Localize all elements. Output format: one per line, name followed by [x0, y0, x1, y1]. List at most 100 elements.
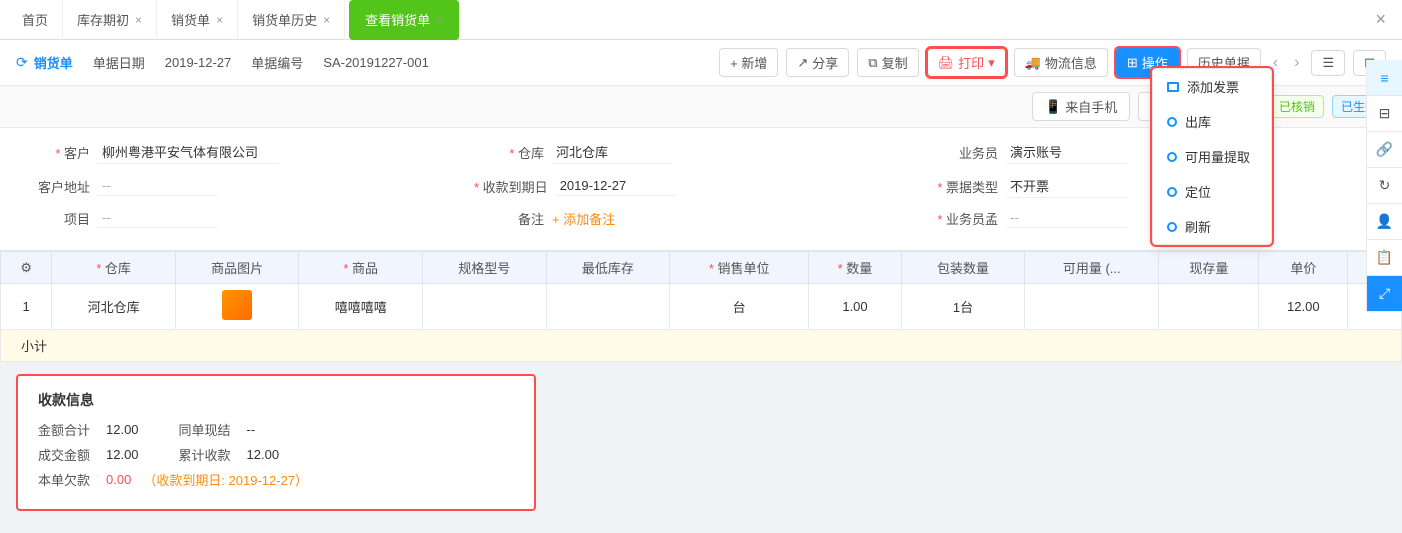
payment-total-value: 12.00	[106, 422, 139, 437]
phone-icon: 📱	[1045, 99, 1061, 115]
col-qty: 数量	[809, 252, 902, 284]
tab-sales-history-label: 销货单历史	[252, 10, 317, 29]
print-button[interactable]: 🖨 打印 ▾	[927, 48, 1006, 77]
right-btn-user[interactable]: 👤	[1367, 204, 1402, 240]
customer-field: 客户 柳州粤港平安气体有限公司	[20, 140, 474, 164]
tab-home-label: 首页	[22, 10, 48, 29]
ticket-type-label: 票据类型	[928, 177, 998, 196]
logistics-label: 物流信息	[1045, 53, 1097, 72]
table-header-row: ⚙ 仓库 商品图片 商品 规格型号 最低库存 销售单位 数量 包装数量 可用量 …	[1, 252, 1402, 284]
tab-home[interactable]: 首页	[8, 0, 63, 40]
project-field: 项目 --	[20, 208, 474, 228]
deal-amount-value: 12.00	[106, 447, 139, 462]
doc-toolbar: + 新增 ↗ 分享 ⧉ 复制 🖨 打印 ▾ 🚚 物流信息 ⊞ 操作	[719, 48, 1386, 77]
share-icon: ↗	[797, 55, 808, 71]
remark-label: 备注	[474, 209, 544, 228]
row-spec	[422, 284, 546, 330]
available-extract-label: 可用量提取	[1185, 147, 1250, 166]
ticket-type-value: 不开票	[1006, 174, 1126, 198]
order-debt-value: 0.00	[106, 472, 131, 487]
payment-total-label: 金额合计	[38, 420, 98, 439]
row-product-img	[175, 284, 299, 330]
address-value: --	[98, 176, 218, 196]
refresh-icon	[1167, 222, 1177, 232]
tab-view-sales-close[interactable]: ×	[436, 13, 443, 27]
new-button[interactable]: + 新增	[719, 48, 778, 77]
print-label: 打印	[958, 53, 984, 72]
window-close-button[interactable]: ×	[1367, 9, 1394, 30]
payment-row-1: 金额合计 12.00 同单现结 --	[38, 420, 514, 439]
product-table: ⚙ 仓库 商品图片 商品 规格型号 最低库存 销售单位 数量 包装数量 可用量 …	[0, 251, 1402, 362]
view-toggle-list[interactable]: ☰	[1311, 50, 1345, 76]
subtotal-label: 小计	[1, 330, 1402, 362]
col-unit-price: 单价	[1259, 252, 1348, 284]
outbound-label: 出库	[1185, 112, 1211, 131]
project-label: 项目	[20, 209, 90, 228]
col-product-img: 商品图片	[175, 252, 299, 284]
row-sales-unit: 台	[670, 284, 809, 330]
right-btn-list[interactable]: ≡	[1367, 60, 1402, 96]
copy-icon: ⧉	[868, 55, 877, 71]
payment-row-2: 成交金额 12.00 累计收款 12.00	[38, 445, 514, 464]
warehouse-label: 仓库	[474, 143, 544, 162]
right-btn-grid[interactable]: ⊟	[1367, 96, 1402, 132]
refresh-label: 刷新	[1185, 217, 1211, 236]
col-pkg-qty: 包装数量	[901, 252, 1025, 284]
right-btn-link[interactable]: 🔗	[1367, 132, 1402, 168]
doc-type-icon: ⟳	[16, 54, 28, 71]
col-warehouse: 仓库	[52, 252, 176, 284]
right-btn-refresh[interactable]: ↻	[1367, 168, 1402, 204]
available-extract-icon	[1167, 152, 1177, 162]
address-field: 客户地址 --	[20, 176, 474, 196]
project-value: --	[98, 208, 218, 228]
customer-label: 客户	[20, 143, 90, 162]
col-settings[interactable]: ⚙	[1, 252, 52, 284]
row-warehouse: 河北仓库	[52, 284, 176, 330]
tab-inventory-init[interactable]: 库存期初 ×	[63, 0, 157, 40]
operator-value: 演示账号	[1006, 140, 1126, 164]
address-label: 客户地址	[20, 177, 90, 196]
right-btn-expand[interactable]: ⤢	[1367, 276, 1402, 312]
number-value: SA-20191227-001	[323, 55, 429, 70]
order-debt-extra: （收款到期日: 2019-12-27）	[143, 470, 308, 489]
tab-inventory-init-close[interactable]: ×	[135, 13, 142, 27]
customer-value: 柳州粤港平安气体有限公司	[98, 140, 278, 164]
order-debt-field: 本单欠款 0.00 （收款到期日: 2019-12-27）	[38, 470, 308, 489]
add-remark-button[interactable]: 添加备注	[552, 209, 615, 228]
operation-dropdown: 添加发票 出库 可用量提取 定位 刷新	[1152, 68, 1272, 245]
col-spec: 规格型号	[422, 252, 546, 284]
row-current-stock	[1159, 284, 1259, 330]
col-available: 可用量 (...	[1025, 252, 1159, 284]
right-btn-note[interactable]: 📋	[1367, 240, 1402, 276]
right-toolbar: ≡ ⊟ 🔗 ↻ 👤 📋 ⤢	[1366, 60, 1402, 312]
payment-total-field: 金额合计 12.00	[38, 420, 139, 439]
tab-sales-order-close[interactable]: ×	[216, 13, 223, 27]
tab-inventory-init-label: 库存期初	[77, 10, 129, 29]
tab-sales-order[interactable]: 销货单 ×	[157, 0, 238, 40]
tab-sales-history-close[interactable]: ×	[323, 13, 330, 27]
payment-info-box: 收款信息 金额合计 12.00 同单现结 -- 成交金额 12.00 累计收款 …	[16, 374, 536, 511]
tab-view-sales[interactable]: 查看销货单 ×	[349, 0, 460, 40]
col-current-stock: 现存量	[1159, 252, 1259, 284]
tab-sales-order-label: 销货单	[171, 10, 210, 29]
locate-item[interactable]: 定位	[1153, 174, 1271, 209]
from-phone-button[interactable]: 📱 来自手机	[1032, 92, 1130, 121]
refresh-item[interactable]: 刷新	[1153, 209, 1271, 244]
logistics-button[interactable]: 🚚 物流信息	[1014, 48, 1108, 77]
tab-sales-history[interactable]: 销货单历史 ×	[238, 0, 345, 40]
outbound-item[interactable]: 出库	[1153, 104, 1271, 139]
payment-title: 收款信息	[38, 390, 514, 410]
add-invoice-item[interactable]: 添加发票	[1153, 69, 1271, 104]
doc-meta: 单据日期 2019-12-27 单据编号 SA-20191227-001	[93, 53, 433, 72]
sold-status-badge: 已核销	[1270, 95, 1324, 118]
row-unit-price: 12.00	[1259, 284, 1348, 330]
copy-button[interactable]: ⧉ 复制	[857, 48, 918, 77]
row-min-stock	[546, 284, 670, 330]
print-dropdown-icon: ▾	[988, 55, 995, 71]
nav-next[interactable]: ›	[1290, 54, 1303, 72]
same-order-settle-label: 同单现结	[179, 420, 239, 439]
share-button[interactable]: ↗ 分享	[786, 48, 849, 77]
locate-icon	[1167, 187, 1177, 197]
date-label: 单据日期	[93, 53, 145, 72]
available-extract-item[interactable]: 可用量提取	[1153, 139, 1271, 174]
